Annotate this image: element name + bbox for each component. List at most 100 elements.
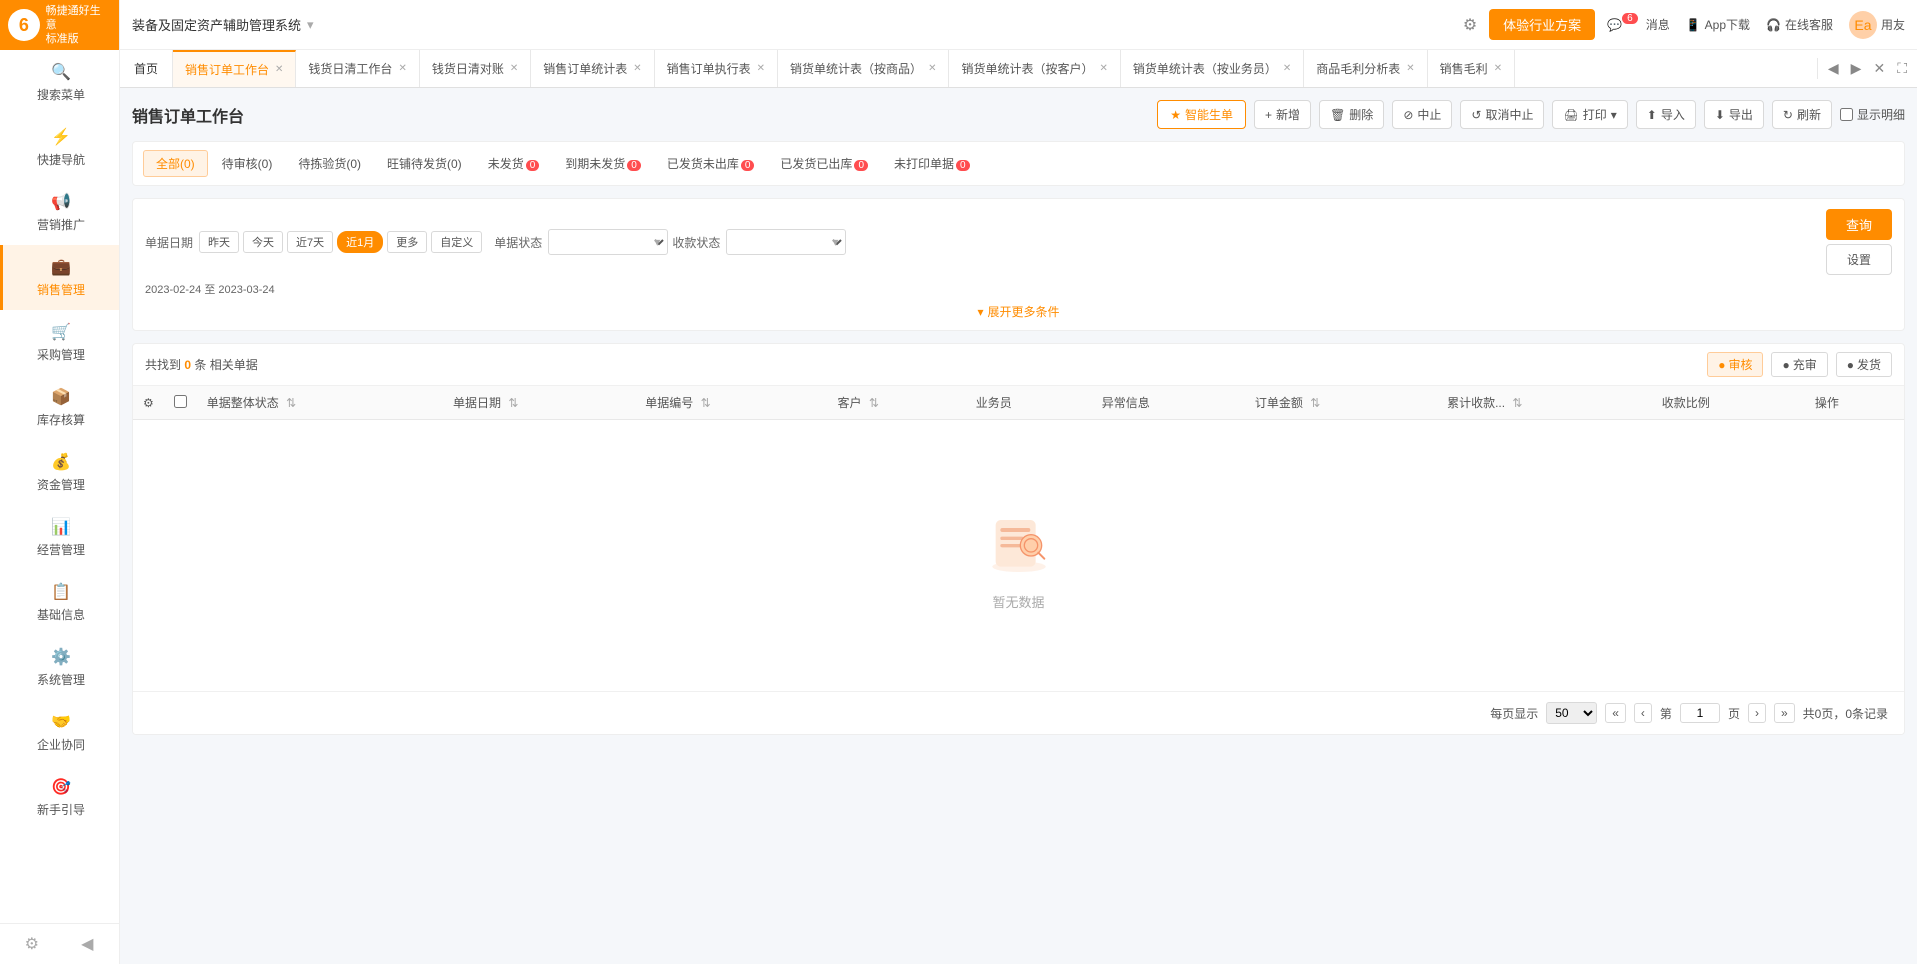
- sidebar-item-inventory[interactable]: 📦 库存核算: [0, 375, 119, 440]
- tab-sales-order-workbench[interactable]: 销售订单工作台 ✕: [173, 50, 296, 88]
- subtab-unprinted[interactable]: 未打印单据0: [882, 151, 982, 176]
- tab-close-icon[interactable]: ✕: [275, 64, 283, 75]
- show-detail-label[interactable]: 显示明细: [1840, 106, 1905, 123]
- sidebar-item-corp[interactable]: 🤝 企业协同: [0, 700, 119, 765]
- tab-close-all-btn[interactable]: ✕: [1869, 58, 1889, 79]
- col-order-status[interactable]: 单据整体状态 ⇅: [197, 386, 443, 420]
- sidebar-item-operations[interactable]: 📊 经营管理: [0, 505, 119, 570]
- ship-btn[interactable]: ● 发货: [1836, 352, 1892, 377]
- trial-btn[interactable]: 体验行业方案: [1489, 9, 1595, 40]
- page-size-select[interactable]: 50 10 20 100: [1546, 702, 1597, 724]
- subtab-pending-inspect[interactable]: 待拣验货(0): [286, 151, 373, 176]
- app-download-btn[interactable]: 📱 App下载: [1686, 16, 1750, 33]
- tab-close-icon[interactable]: ✕: [633, 63, 641, 74]
- next-page-btn[interactable]: ›: [1748, 703, 1766, 723]
- tab-sales-by-product[interactable]: 销货单统计表（按商品） ✕: [778, 50, 949, 88]
- user-menu-btn[interactable]: Ea 用友: [1849, 11, 1905, 39]
- sidebar-item-system[interactable]: ⚙️ 系统管理: [0, 635, 119, 700]
- subtab-shipped-not-out[interactable]: 已发货未出库0: [655, 151, 767, 176]
- col-order-amount[interactable]: 订单金额 ⇅: [1245, 386, 1437, 420]
- import-btn[interactable]: ⬆ 导入: [1636, 100, 1696, 129]
- sidebar-item-search[interactable]: 🔍 搜索菜单: [0, 50, 119, 115]
- subtab-overdue-unshipped[interactable]: 到期未发货0: [553, 151, 653, 176]
- page-number-input[interactable]: [1680, 703, 1720, 723]
- col-check[interactable]: [164, 386, 197, 420]
- sidebar-item-basic-info[interactable]: 📋 基础信息: [0, 570, 119, 635]
- tab-sales-gross[interactable]: 销售毛利 ✕: [1428, 50, 1515, 88]
- tab-close-icon[interactable]: ✕: [1099, 63, 1107, 74]
- unaudit-btn[interactable]: ● 充审: [1771, 352, 1827, 377]
- status-filter-select[interactable]: [548, 229, 668, 255]
- subtab-wangpu-ship[interactable]: 旺铺待发货(0): [375, 151, 474, 176]
- audit-btn[interactable]: ● 审核: [1707, 352, 1763, 377]
- delete-btn[interactable]: 🗑 删除: [1319, 100, 1384, 129]
- date-custom-btn[interactable]: 自定义: [431, 231, 482, 253]
- tab-cash-daily[interactable]: 钱货日清工作台 ✕: [296, 50, 419, 88]
- sidebar-item-finance[interactable]: 💰 资金管理: [0, 440, 119, 505]
- tab-close-icon[interactable]: ✕: [510, 63, 518, 74]
- sidebar-item-label: 新手引导: [37, 801, 85, 818]
- payment-filter-select[interactable]: [726, 229, 846, 255]
- date-7days-btn[interactable]: 近7天: [287, 231, 333, 253]
- date-1month-btn[interactable]: 近1月: [337, 231, 383, 253]
- col-order-no[interactable]: 单据编号 ⇅: [635, 386, 827, 420]
- subtab-pending-review[interactable]: 待审核(0): [210, 151, 285, 176]
- subtab-unshipped[interactable]: 未发货0: [476, 151, 552, 176]
- tab-sales-stats[interactable]: 销售订单统计表 ✕: [531, 50, 654, 88]
- online-service-btn[interactable]: 🎧 在线客服: [1766, 16, 1833, 33]
- sidebar-item-quicknav[interactable]: ⚡ 快捷导航: [0, 115, 119, 180]
- tab-close-icon[interactable]: ✕: [1494, 63, 1502, 74]
- date-yesterday-btn[interactable]: 昨天: [199, 231, 239, 253]
- tab-fullscreen-btn[interactable]: ⛶: [1893, 58, 1911, 79]
- tab-next-btn[interactable]: ▶: [1847, 58, 1866, 79]
- tab-close-icon[interactable]: ✕: [398, 63, 406, 74]
- tab-close-icon[interactable]: ✕: [928, 63, 936, 74]
- sidebar-item-purchase[interactable]: 🛒 采购管理: [0, 310, 119, 375]
- system-dropdown-icon[interactable]: ▾: [307, 17, 314, 33]
- first-page-btn[interactable]: «: [1605, 703, 1626, 723]
- show-detail-checkbox[interactable]: [1840, 108, 1853, 121]
- date-today-btn[interactable]: 今天: [243, 231, 283, 253]
- cancel-stop-btn[interactable]: ↺ 取消中止: [1460, 100, 1544, 129]
- expand-more-btn[interactable]: ▾ 展开更多条件: [145, 303, 1892, 320]
- tab-close-icon[interactable]: ✕: [1283, 63, 1291, 74]
- subtab-shipped-out[interactable]: 已发货已出库0: [768, 151, 880, 176]
- topbar-settings-icon[interactable]: ⚙: [1463, 15, 1477, 35]
- tab-close-icon[interactable]: ✕: [757, 63, 765, 74]
- stop-btn[interactable]: ⊘ 中止: [1392, 100, 1452, 129]
- subtab-all[interactable]: 全部(0): [143, 150, 208, 177]
- sidebar-collapse-btn[interactable]: ◀: [64, 934, 112, 954]
- tab-gross-margin[interactable]: 商品毛利分析表 ✕: [1304, 50, 1427, 88]
- tab-home[interactable]: 首页: [120, 50, 173, 88]
- select-all-checkbox[interactable]: [174, 395, 187, 408]
- sidebar-item-guide[interactable]: 🎯 新手引导: [0, 765, 119, 830]
- col-salesperson[interactable]: 业务员: [966, 386, 1092, 420]
- tab-sales-by-customer[interactable]: 销货单统计表（按客户） ✕: [949, 50, 1120, 88]
- tab-sales-exec[interactable]: 销售订单执行表 ✕: [655, 50, 778, 88]
- tab-close-icon[interactable]: ✕: [1406, 63, 1414, 74]
- col-customer[interactable]: 客户 ⇅: [827, 386, 965, 420]
- col-order-date[interactable]: 单据日期 ⇅: [443, 386, 635, 420]
- table-scroll[interactable]: ⚙ 单据整体状态 ⇅ 单据日期 ⇅: [133, 386, 1904, 691]
- filter-settings-btn[interactable]: 设置: [1826, 244, 1892, 275]
- col-exception-info[interactable]: 异常信息: [1092, 386, 1245, 420]
- message-btn[interactable]: 💬 6 消息: [1607, 16, 1670, 33]
- new-btn[interactable]: + 新增: [1254, 100, 1311, 129]
- sidebar-item-sales[interactable]: 💼 销售管理: [0, 245, 119, 310]
- date-more-btn[interactable]: 更多: [387, 231, 427, 253]
- corp-icon: 🤝: [51, 712, 71, 732]
- last-page-btn[interactable]: »: [1774, 703, 1795, 723]
- print-btn[interactable]: 🖨 打印 ▾: [1552, 100, 1627, 129]
- col-settings[interactable]: ⚙: [133, 386, 164, 420]
- sidebar-item-marketing[interactable]: 📢 营销推广: [0, 180, 119, 245]
- tab-prev-btn[interactable]: ◀: [1824, 58, 1843, 79]
- prev-page-btn[interactable]: ‹: [1634, 703, 1652, 723]
- col-cumulative-payment[interactable]: 累计收款... ⇅: [1437, 386, 1652, 420]
- tab-cash-reconcile[interactable]: 钱货日清对账 ✕: [420, 50, 531, 88]
- query-btn[interactable]: 查询: [1826, 209, 1892, 240]
- refresh-btn[interactable]: ↻ 刷新: [1772, 100, 1832, 129]
- export-btn[interactable]: ⬇ 导出: [1704, 100, 1764, 129]
- sidebar-settings-btn[interactable]: ⚙: [8, 934, 56, 954]
- smart-create-btn[interactable]: ★ 智能生单: [1157, 100, 1246, 129]
- tab-sales-by-salesperson[interactable]: 销货单统计表（按业务员） ✕: [1121, 50, 1304, 88]
